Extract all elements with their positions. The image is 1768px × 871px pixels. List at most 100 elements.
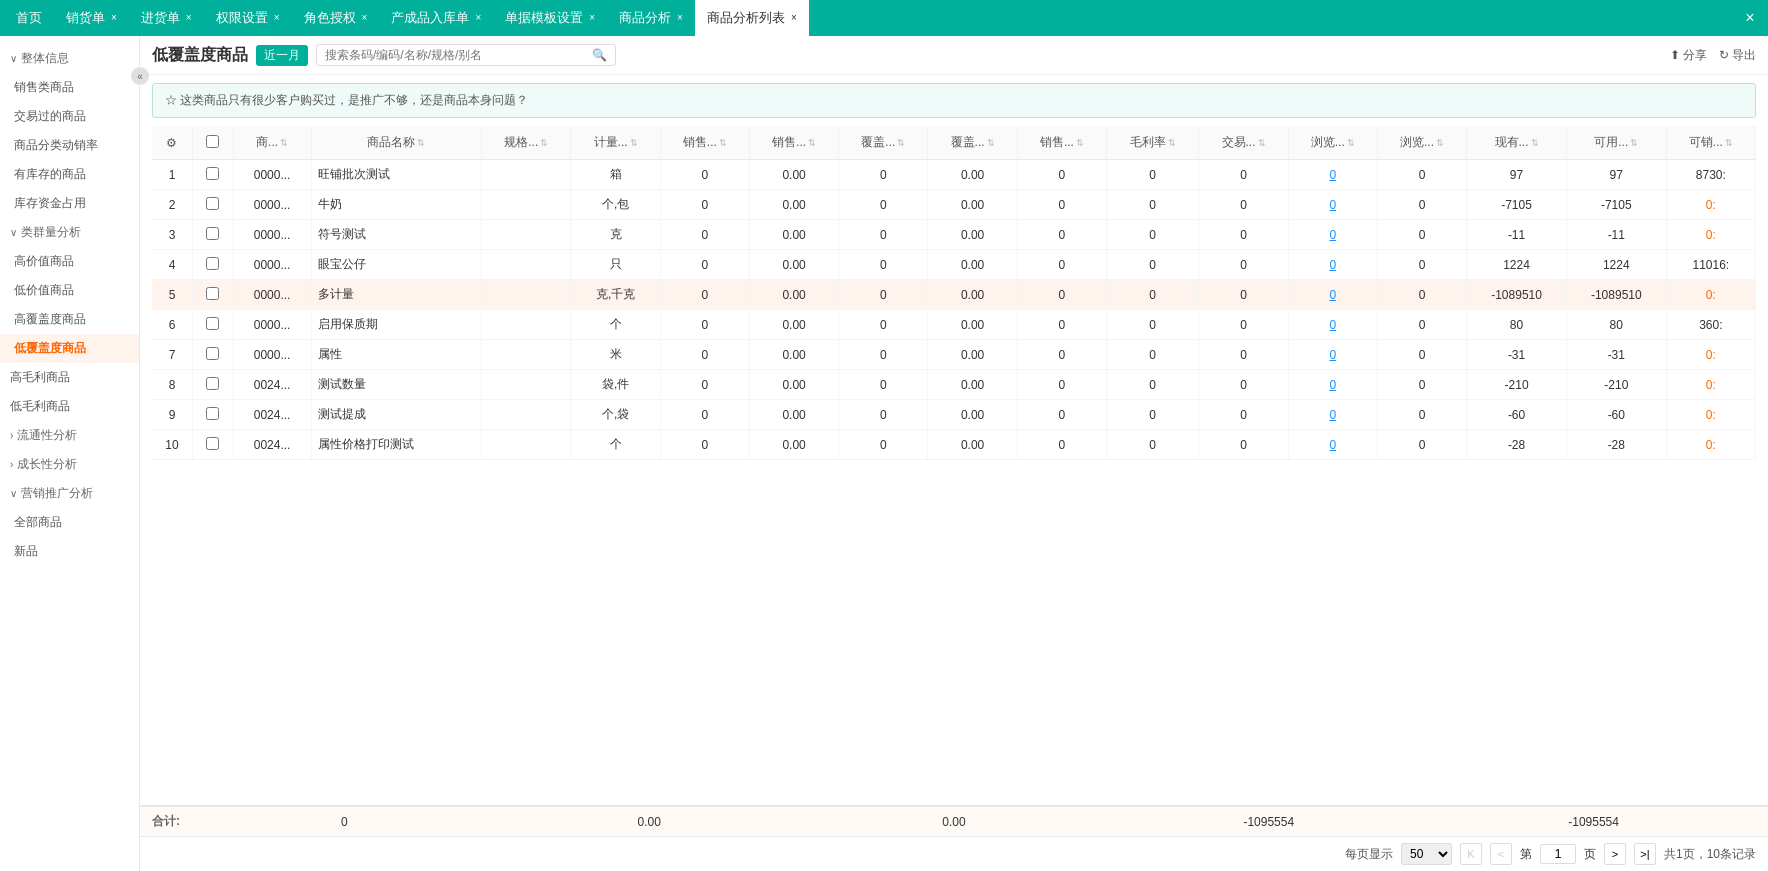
row-checkbox[interactable] — [192, 310, 233, 340]
th-code[interactable]: 商...⇅ — [233, 126, 311, 160]
row-num: 7 — [152, 340, 192, 370]
row-checkbox[interactable] — [192, 160, 233, 190]
row-sales-qty: 0 — [660, 430, 749, 460]
sidebar-item-high-value[interactable]: 高价值商品 — [0, 247, 139, 276]
row-checkbox[interactable] — [192, 280, 233, 310]
nav-tab-products-in[interactable]: 产成品入库单 × — [379, 0, 493, 36]
sidebar-item-all-goods[interactable]: 全部商品 — [0, 508, 139, 537]
sidebar-section-growth[interactable]: › 成长性分析 — [0, 450, 139, 479]
next-page-button[interactable]: > — [1604, 843, 1626, 865]
th-browse1[interactable]: 浏览...⇅ — [1288, 126, 1377, 160]
last-page-button[interactable]: >| — [1634, 843, 1656, 865]
share-button[interactable]: ⬆ 分享 — [1670, 47, 1707, 64]
close-icon[interactable]: × — [111, 0, 117, 36]
close-icon[interactable]: × — [589, 0, 595, 36]
footer-sales-qty: 0 — [314, 815, 374, 829]
nav-tab-templates[interactable]: 单据模板设置 × — [493, 0, 607, 36]
export-button[interactable]: ↻ 导出 — [1719, 47, 1756, 64]
nav-tab-home[interactable]: 首页 — [4, 0, 54, 36]
row-checkbox[interactable] — [192, 190, 233, 220]
row-browse1[interactable]: 0 — [1288, 370, 1377, 400]
sidebar-item-new-goods[interactable]: 新品 — [0, 537, 139, 566]
first-page-button[interactable]: K — [1460, 843, 1482, 865]
th-sellable[interactable]: 可销...⇅ — [1666, 126, 1755, 160]
row-code: 0024... — [233, 430, 311, 460]
sidebar-section-coverage[interactable]: ∨ 类群量分析 — [0, 218, 139, 247]
th-spec[interactable]: 规格...⇅ — [482, 126, 571, 160]
close-icon[interactable]: × — [274, 0, 280, 36]
th-sales-count[interactable]: 销售...⇅ — [1017, 126, 1106, 160]
row-sellable: 0: — [1666, 400, 1755, 430]
window-close-button[interactable]: × — [1736, 4, 1764, 32]
row-checkbox[interactable] — [192, 400, 233, 430]
th-current-stock[interactable]: 现有...⇅ — [1467, 126, 1567, 160]
close-icon[interactable]: × — [677, 0, 683, 36]
th-sales-amt[interactable]: 销售...⇅ — [749, 126, 838, 160]
th-settings[interactable]: ⚙ — [152, 126, 192, 160]
sidebar-section-overview[interactable]: ∨ 整体信息 — [0, 44, 139, 73]
row-browse1[interactable]: 0 — [1288, 310, 1377, 340]
nav-tab-sales[interactable]: 销货单 × — [54, 0, 129, 36]
row-browse1[interactable]: 0 — [1288, 250, 1377, 280]
search-input[interactable] — [325, 48, 588, 62]
close-icon[interactable]: × — [475, 0, 481, 36]
th-available-stock[interactable]: 可用...⇅ — [1566, 126, 1666, 160]
row-checkbox[interactable] — [192, 340, 233, 370]
th-transaction[interactable]: 交易...⇅ — [1199, 126, 1288, 160]
row-available-stock: -28 — [1566, 430, 1666, 460]
th-coverage-qty[interactable]: 覆盖...⇅ — [839, 126, 928, 160]
page-input[interactable] — [1540, 844, 1576, 864]
time-filter-button[interactable]: 近一月 — [256, 45, 308, 66]
close-icon[interactable]: × — [791, 0, 797, 36]
nav-tab-permissions[interactable]: 权限设置 × — [204, 0, 292, 36]
row-checkbox[interactable] — [192, 430, 233, 460]
nav-tab-roles[interactable]: 角色授权 × — [292, 0, 380, 36]
nav-tab-purchase[interactable]: 进货单 × — [129, 0, 204, 36]
prev-page-button[interactable]: < — [1490, 843, 1512, 865]
sidebar-item-low-profit[interactable]: 低毛利商品 — [0, 392, 139, 421]
row-name: 多计量 — [311, 280, 482, 310]
select-all-checkbox[interactable] — [206, 135, 219, 148]
row-current-stock: -28 — [1467, 430, 1567, 460]
nav-tab-analysis-list[interactable]: 商品分析列表 × — [695, 0, 809, 36]
search-box: 🔍 — [316, 44, 616, 66]
th-coverage-rate[interactable]: 覆盖...⇅ — [928, 126, 1017, 160]
row-checkbox[interactable] — [192, 220, 233, 250]
row-browse1[interactable]: 0 — [1288, 340, 1377, 370]
sidebar-item-low-coverage[interactable]: 低覆盖度商品 — [0, 334, 139, 363]
row-browse1[interactable]: 0 — [1288, 430, 1377, 460]
sidebar-section-marketing[interactable]: ∨ 营销推广分析 — [0, 479, 139, 508]
close-icon[interactable]: × — [186, 0, 192, 36]
sidebar-collapse-button[interactable]: « — [131, 67, 149, 85]
row-browse1[interactable]: 0 — [1288, 400, 1377, 430]
th-browse2[interactable]: 浏览...⇅ — [1377, 126, 1466, 160]
row-browse1[interactable]: 0 — [1288, 160, 1377, 190]
sidebar-item-sales-goods[interactable]: 销售类商品 — [0, 73, 139, 102]
row-browse2: 0 — [1377, 370, 1466, 400]
row-checkbox[interactable] — [192, 250, 233, 280]
sidebar-item-goods-movement[interactable]: 商品分类动销率 — [0, 131, 139, 160]
row-available-stock: 97 — [1566, 160, 1666, 190]
th-gross-margin[interactable]: 毛利率⇅ — [1107, 126, 1199, 160]
sidebar-item-stock-capital[interactable]: 库存资金占用 — [0, 189, 139, 218]
nav-tab-analysis[interactable]: 商品分析 × — [607, 0, 695, 36]
sidebar-item-high-profit[interactable]: 高毛利商品 — [0, 363, 139, 392]
sidebar-item-traded-goods[interactable]: 交易过的商品 — [0, 102, 139, 131]
row-browse1[interactable]: 0 — [1288, 220, 1377, 250]
page-size-select[interactable]: 50 100 200 — [1401, 843, 1452, 865]
th-sales-qty[interactable]: 销售...⇅ — [660, 126, 749, 160]
row-checkbox[interactable] — [192, 370, 233, 400]
th-unit[interactable]: 计量...⇅ — [571, 126, 660, 160]
row-sales-count: 0 — [1017, 220, 1106, 250]
close-icon[interactable]: × — [362, 0, 368, 36]
row-browse1[interactable]: 0 — [1288, 280, 1377, 310]
row-transaction: 0 — [1199, 370, 1288, 400]
row-sales-count: 0 — [1017, 400, 1106, 430]
sidebar-item-in-stock[interactable]: 有库存的商品 — [0, 160, 139, 189]
sidebar-item-high-coverage[interactable]: 高覆盖度商品 — [0, 305, 139, 334]
sidebar-item-low-value[interactable]: 低价值商品 — [0, 276, 139, 305]
th-name[interactable]: 商品名称⇅ — [311, 126, 482, 160]
row-coverage-qty: 0 — [839, 370, 928, 400]
row-browse1[interactable]: 0 — [1288, 190, 1377, 220]
sidebar-section-flow[interactable]: › 流通性分析 — [0, 421, 139, 450]
